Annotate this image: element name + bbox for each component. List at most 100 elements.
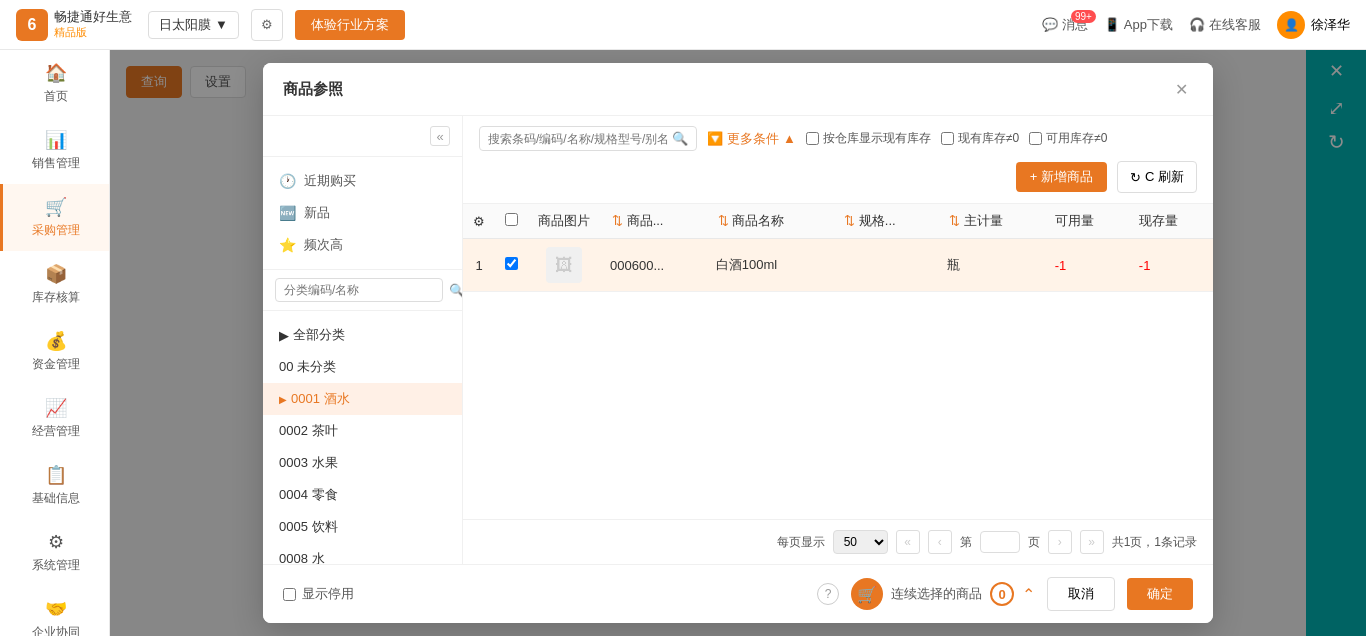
confirm-button[interactable]: 确定 xyxy=(1127,578,1193,610)
recent-icon: 🕐 xyxy=(279,173,296,189)
modal-overlay: 商品参照 ✕ « 🕐 近 xyxy=(110,50,1366,636)
sidebar: 🏠 首页 📊 销售管理 🛒 采购管理 📦 库存核算 💰 资金管理 📈 经营管理 … xyxy=(0,50,110,636)
online-service-item[interactable]: 🎧 在线客服 xyxy=(1189,16,1261,34)
th-code[interactable]: ⇅ 商品... xyxy=(600,204,706,239)
sidebar-item-home[interactable]: 🏠 首页 xyxy=(0,50,109,117)
cat-search: 🔍 xyxy=(263,270,462,311)
table-row[interactable]: 1 🖼 000600... 白酒100ml xyxy=(463,239,1213,292)
sidebar-item-purchase[interactable]: 🛒 采购管理 xyxy=(0,184,109,251)
checkbox-stock-nonzero-input[interactable] xyxy=(941,132,954,145)
footer-right: ? 🛒 连续选择的商品 0 ⌃ 取消 确定 xyxy=(817,577,1193,611)
purchase-icon: 🛒 xyxy=(45,196,67,218)
add-product-btn[interactable]: + 新增商品 xyxy=(1016,162,1107,192)
next-page-btn[interactable]: › xyxy=(1048,530,1072,554)
th-gear: ⚙ xyxy=(463,204,495,239)
product-search-box: 🔍 xyxy=(479,126,697,151)
refresh-btn[interactable]: ↻ C 刷新 xyxy=(1117,161,1197,193)
th-name[interactable]: ⇅ 商品名称 xyxy=(706,204,832,239)
sidebar-item-system[interactable]: ⚙ 系统管理 xyxy=(0,519,109,586)
per-page-label: 每页显示 xyxy=(777,534,825,551)
cat-item-water[interactable]: 0008 水 xyxy=(263,543,462,564)
cart-area: 🛒 连续选择的商品 0 ⌃ xyxy=(851,578,1035,610)
cat-item-tea[interactable]: 0002 茶叶 xyxy=(263,415,462,447)
show-disabled-label[interactable]: 显示停用 xyxy=(283,585,354,603)
cat-item-snack[interactable]: 0004 零食 xyxy=(263,479,462,511)
enterprise-icon: 🤝 xyxy=(45,598,67,620)
checkbox-stock-nonzero[interactable]: 现有库存≠0 xyxy=(941,130,1019,147)
per-page-select[interactable]: 50 100 200 xyxy=(833,530,888,554)
cat-item-drink[interactable]: 0005 饮料 xyxy=(263,511,462,543)
th-spec[interactable]: ⇅ 规格... xyxy=(832,204,937,239)
sidebar-item-finance[interactable]: 💰 资金管理 xyxy=(0,318,109,385)
trial-button[interactable]: 体验行业方案 xyxy=(295,10,405,40)
th-unit[interactable]: ⇅ 主计量 xyxy=(937,204,1045,239)
refresh-icon: ↻ xyxy=(1130,170,1141,185)
sidebar-item-sales[interactable]: 📊 销售管理 xyxy=(0,117,109,184)
checkbox-available-nonzero[interactable]: 可用库存≠0 xyxy=(1029,130,1107,147)
messages-item[interactable]: 💬 消息 99+ xyxy=(1042,16,1088,34)
product-table: ⚙ 商品图片 xyxy=(463,204,1213,292)
category-list: ▶ 全部分类 00 未分类 ▶ 0001 酒水 0002 茶 xyxy=(263,311,462,564)
modal-footer: 显示停用 ? 🛒 连续选择的商品 0 ⌃ 取消 确定 xyxy=(263,564,1213,623)
collapse-btn[interactable]: « xyxy=(430,126,450,146)
sidebar-item-management[interactable]: 📈 经营管理 xyxy=(0,385,109,452)
user-avatar-area[interactable]: 👤 徐泽华 xyxy=(1277,11,1350,39)
table-header-row: ⚙ 商品图片 xyxy=(463,204,1213,239)
show-disabled-checkbox[interactable] xyxy=(283,588,296,601)
sidebar-item-basic-info[interactable]: 📋 基础信息 xyxy=(0,452,109,519)
quick-cat-recent[interactable]: 🕐 近期购买 xyxy=(263,165,462,197)
gear-button[interactable]: ⚙ xyxy=(251,9,283,41)
cart-icon[interactable]: 🛒 xyxy=(851,578,883,610)
cat-item-uncategorized[interactable]: 00 未分类 xyxy=(263,351,462,383)
footer-collapse-arrow[interactable]: ⌃ xyxy=(1022,585,1035,604)
logo-text: 畅捷通好生意 xyxy=(54,9,132,25)
topbar: 6 畅捷通好生意 精品版 日太阳膜 ▼ ⚙ 体验行业方案 💬 消息 99+ 📱 … xyxy=(0,0,1366,50)
prev-page-btn[interactable]: ‹ xyxy=(928,530,952,554)
cat-item-liquor[interactable]: ▶ 0001 酒水 xyxy=(263,383,462,415)
product-search-icon[interactable]: 🔍 xyxy=(672,131,688,146)
app-download-item[interactable]: 📱 App下载 xyxy=(1104,16,1173,34)
sort-spec-icon: ⇅ xyxy=(844,213,855,228)
filter-btn[interactable]: 🔽 更多条件 ▲ xyxy=(707,130,796,148)
row-available: -1 xyxy=(1045,239,1129,292)
product-table-container: ⚙ 商品图片 xyxy=(463,204,1213,519)
row-checkbox-cell[interactable] xyxy=(495,239,528,292)
system-icon: ⚙ xyxy=(48,531,64,553)
sidebar-item-inventory[interactable]: 📦 库存核算 xyxy=(0,251,109,318)
first-page-btn[interactable]: « xyxy=(896,530,920,554)
table-gear-icon[interactable]: ⚙ xyxy=(473,214,485,229)
store-selector[interactable]: 日太阳膜 ▼ xyxy=(148,11,239,39)
cat-search-input[interactable] xyxy=(275,278,443,302)
sidebar-item-enterprise[interactable]: 🤝 企业协同 xyxy=(0,586,109,636)
cat-search-icon[interactable]: 🔍 xyxy=(449,283,463,298)
modal-close-button[interactable]: ✕ xyxy=(1169,77,1193,101)
checkbox-warehouse-input[interactable] xyxy=(806,132,819,145)
quick-cat-new[interactable]: 🆕 新品 xyxy=(263,197,462,229)
avatar: 👤 xyxy=(1277,11,1305,39)
main-layout: 🏠 首页 📊 销售管理 🛒 采购管理 📦 库存核算 💰 资金管理 📈 经营管理 … xyxy=(0,50,1366,636)
cancel-button[interactable]: 取消 xyxy=(1047,577,1115,611)
help-icon[interactable]: ? xyxy=(817,583,839,605)
checkbox-available-nonzero-input[interactable] xyxy=(1029,132,1042,145)
product-search-input[interactable] xyxy=(488,132,668,146)
checkbox-warehouse[interactable]: 按仓库显示现有库存 xyxy=(806,130,931,147)
select-all-checkbox[interactable] xyxy=(505,213,518,226)
row-stock: -1 xyxy=(1129,239,1213,292)
logo-area: 6 畅捷通好生意 精品版 xyxy=(16,9,136,41)
product-image-placeholder: 🖼 xyxy=(546,247,582,283)
topbar-right: 💬 消息 99+ 📱 App下载 🎧 在线客服 👤 徐泽华 xyxy=(1042,11,1350,39)
row-checkbox[interactable] xyxy=(505,257,518,270)
product-toolbar: 🔍 🔽 更多条件 ▲ 按仓库显示现有库存 xyxy=(463,116,1213,204)
last-page-btn[interactable]: » xyxy=(1080,530,1104,554)
logo-sub: 精品版 xyxy=(54,25,132,40)
new-icon: 🆕 xyxy=(279,205,296,221)
page-number-input[interactable]: 1 xyxy=(980,531,1020,553)
product-reference-modal: 商品参照 ✕ « 🕐 近 xyxy=(263,63,1213,623)
cat-item-fruit[interactable]: 0003 水果 xyxy=(263,447,462,479)
right-panel: 🔍 🔽 更多条件 ▲ 按仓库显示现有库存 xyxy=(463,116,1213,564)
quick-cat-frequent[interactable]: ⭐ 频次高 xyxy=(263,229,462,261)
th-stock: 现存量 xyxy=(1129,204,1213,239)
row-image-cell: 🖼 xyxy=(528,239,600,292)
logo-icon: 6 xyxy=(16,9,48,41)
cat-item-all[interactable]: ▶ 全部分类 xyxy=(263,319,462,351)
